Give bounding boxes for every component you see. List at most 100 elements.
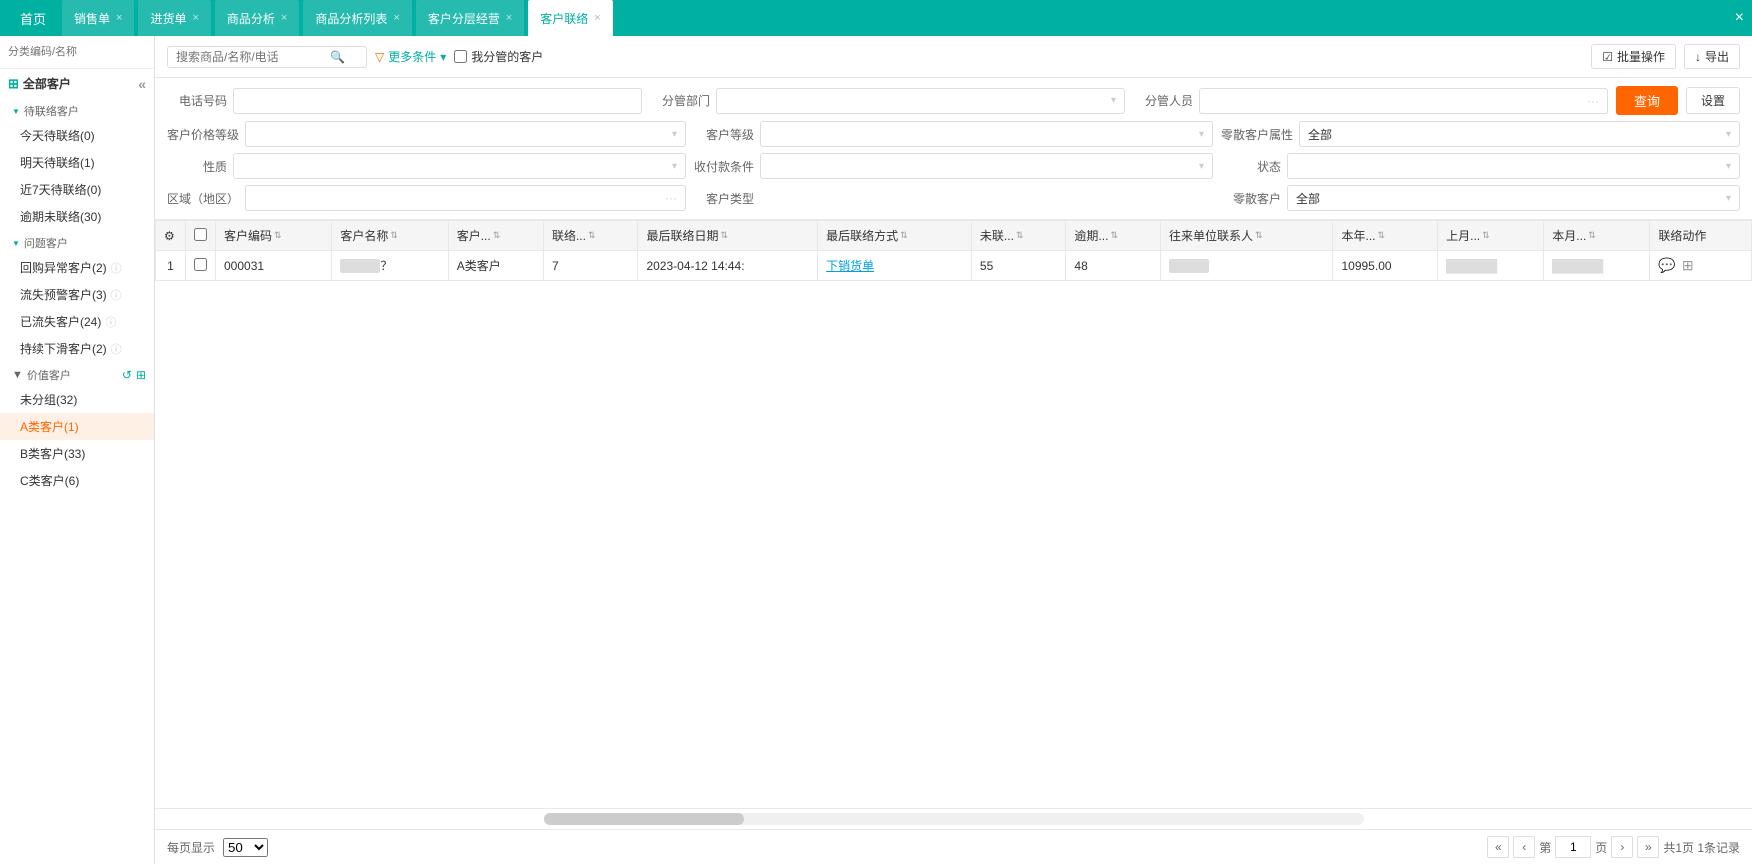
nav-tab-sales-label: 销售单: [74, 10, 110, 27]
row-last-month: ██████: [1438, 251, 1544, 281]
nav-tab-purchase[interactable]: 进货单 ×: [138, 0, 210, 36]
refresh-icon[interactable]: ↺: [122, 368, 132, 382]
sidebar-search-input[interactable]: [8, 46, 150, 58]
next-page-btn[interactable]: ›: [1611, 836, 1633, 858]
window-close-icon[interactable]: ×: [1735, 9, 1744, 27]
page-size-select[interactable]: 50 20 100: [223, 838, 268, 857]
prev-page-btn[interactable]: ‹: [1513, 836, 1535, 858]
page-end-label: 页: [1595, 839, 1607, 856]
status-input[interactable]: ▾: [1287, 153, 1740, 179]
scattered-attr-input[interactable]: 全部 ▾: [1299, 121, 1740, 147]
sidebar-item-lost[interactable]: 已流失客户(24) ⓘ: [0, 308, 154, 335]
sort-icon-code: ⇅: [274, 230, 282, 241]
field-scattered: 零散客户 全部 ▾: [1221, 185, 1740, 211]
row-contact-person-masked: RE .: [1169, 259, 1209, 273]
nav-tab-analysis-close[interactable]: ×: [281, 12, 287, 24]
col-last-method[interactable]: 最后联络方式 ⇅: [818, 221, 972, 251]
sidebar-item-c-class[interactable]: C类客户(6): [0, 467, 154, 494]
nav-tab-analysis-list-close[interactable]: ×: [393, 12, 399, 24]
scattered-value: 全部: [1296, 190, 1320, 207]
nav-tab-segment-label: 客户分层经营: [428, 10, 500, 27]
col-gear[interactable]: ⚙: [156, 221, 186, 251]
col-overdue[interactable]: 逾期... ⇅: [1066, 221, 1161, 251]
filter-icon: ▽: [375, 50, 384, 64]
export-label: 导出: [1705, 48, 1729, 65]
field-scattered-attr: 零散客户属性 全部 ▾: [1221, 121, 1740, 147]
col-name[interactable]: 客户名称 ⇅: [332, 221, 448, 251]
scrollbar-thumb[interactable]: [544, 813, 744, 825]
payment-input[interactable]: ▾: [760, 153, 1213, 179]
sidebar-collapse-btn[interactable]: «: [138, 76, 146, 92]
top-nav: 首页 销售单 × 进货单 × 商品分析 × 商品分析列表 × 客户分层经营 × …: [0, 0, 1752, 36]
nav-tab-purchase-close[interactable]: ×: [192, 12, 198, 24]
sort-icon-thismonth: ⇅: [1588, 230, 1596, 241]
sidebar-item-overdue[interactable]: 逾期未联络(30): [0, 203, 154, 230]
sidebar-item-b-class[interactable]: B类客户(33): [0, 440, 154, 467]
col-this-month[interactable]: 本月... ⇅: [1544, 221, 1650, 251]
sidebar-item-abnormal[interactable]: 回购异常客户(2) ⓘ: [0, 254, 154, 281]
cust-level-label: 客户等级: [694, 126, 754, 143]
first-page-btn[interactable]: «: [1487, 836, 1509, 858]
nav-home[interactable]: 首页: [8, 0, 58, 36]
col-no-contact[interactable]: 未联... ⇅: [971, 221, 1066, 251]
scattered-input[interactable]: 全部 ▾: [1287, 185, 1740, 211]
my-customers-checkbox[interactable]: 我分管的客户: [454, 48, 543, 65]
col-this-year[interactable]: 本年... ⇅: [1333, 221, 1438, 251]
sidebar-item-atRisk[interactable]: 流失预警客户(3) ⓘ: [0, 281, 154, 308]
filter-search-input[interactable]: [176, 50, 326, 64]
nav-tab-analysis-list[interactable]: 商品分析列表 ×: [303, 0, 411, 36]
row-num: 1: [156, 251, 186, 281]
col-checkbox[interactable]: [186, 221, 216, 251]
last-page-btn[interactable]: »: [1637, 836, 1659, 858]
col-last-month[interactable]: 上月... ⇅: [1438, 221, 1544, 251]
col-contact-person[interactable]: 往来单位联系人 ⇅: [1160, 221, 1333, 251]
content-area: 🔍 ▽ 更多条件 ▾ 我分管的客户 ☑ 批量操作 ↓ 导出: [155, 36, 1752, 864]
dept-input[interactable]: ▾: [716, 88, 1125, 114]
sidebar-item-7days[interactable]: 近7天待联络(0): [0, 176, 154, 203]
chat-icon[interactable]: 💬: [1658, 257, 1675, 274]
col-contact-count[interactable]: 联络... ⇅: [543, 221, 638, 251]
horizontal-scrollbar[interactable]: [544, 813, 1364, 825]
col-level[interactable]: 客户... ⇅: [448, 221, 543, 251]
sidebar-item-tomorrow[interactable]: 明天待联络(1): [0, 149, 154, 176]
adv-settings-btn[interactable]: 设置: [1686, 87, 1740, 114]
cust-level-arrow: ▾: [1199, 129, 1204, 140]
sort-icon-contactperson: ⇅: [1255, 230, 1263, 241]
nav-tab-sales[interactable]: 销售单 ×: [62, 0, 134, 36]
nav-tab-customer-segment[interactable]: 客户分层经营 ×: [416, 0, 524, 36]
query-btn[interactable]: 查询: [1616, 86, 1678, 115]
phone-input[interactable]: [233, 88, 642, 114]
col-last-date[interactable]: 最后联络日期 ⇅: [638, 221, 818, 251]
field-status: 状态 ▾: [1221, 153, 1740, 179]
batch-op-btn[interactable]: ☑ 批量操作: [1591, 44, 1676, 69]
region-input[interactable]: ···: [245, 185, 686, 211]
settings-icon[interactable]: ⊞: [136, 368, 146, 382]
filter-search-icon[interactable]: 🔍: [330, 50, 345, 64]
row-last-method-link[interactable]: 下销货单: [826, 259, 874, 273]
my-customers-check[interactable]: [454, 50, 467, 63]
sidebar-all-customers[interactable]: ⊞ 全部客户 «: [0, 69, 154, 98]
row-checkbox[interactable]: [194, 258, 207, 271]
col-code[interactable]: 客户编码 ⇅: [216, 221, 332, 251]
page-number-input[interactable]: [1555, 836, 1591, 858]
nav-tab-analysis[interactable]: 商品分析 ×: [215, 0, 299, 36]
nav-tab-sales-close[interactable]: ×: [116, 12, 122, 24]
export-btn[interactable]: ↓ 导出: [1684, 44, 1740, 69]
nature-input[interactable]: ▾: [233, 153, 686, 179]
nav-tab-segment-close[interactable]: ×: [506, 12, 512, 24]
nav-tab-customer-contact[interactable]: 客户联络 ×: [528, 0, 612, 36]
nav-tab-contact-close[interactable]: ×: [594, 12, 600, 24]
more-filters-btn[interactable]: ▽ 更多条件 ▾: [375, 48, 446, 65]
select-all-checkbox[interactable]: [194, 228, 207, 241]
sidebar-item-declining[interactable]: 持续下滑客户(2) ⓘ: [0, 335, 154, 362]
price-level-input[interactable]: ▾: [245, 121, 686, 147]
cust-level-input[interactable]: ▾: [760, 121, 1213, 147]
sidebar-item-ungrouped[interactable]: 未分组(32): [0, 386, 154, 413]
person-input[interactable]: ···: [1199, 88, 1608, 114]
sidebar-item-today[interactable]: 今天待联络(0): [0, 122, 154, 149]
payment-arrow: ▾: [1199, 161, 1204, 172]
cust-type-input[interactable]: [760, 185, 1213, 211]
sidebar-item-a-class[interactable]: A类客户(1): [0, 413, 154, 440]
field-cust-type: 客户类型: [694, 185, 1213, 211]
grid-action-icon[interactable]: ⊞: [1682, 257, 1694, 274]
